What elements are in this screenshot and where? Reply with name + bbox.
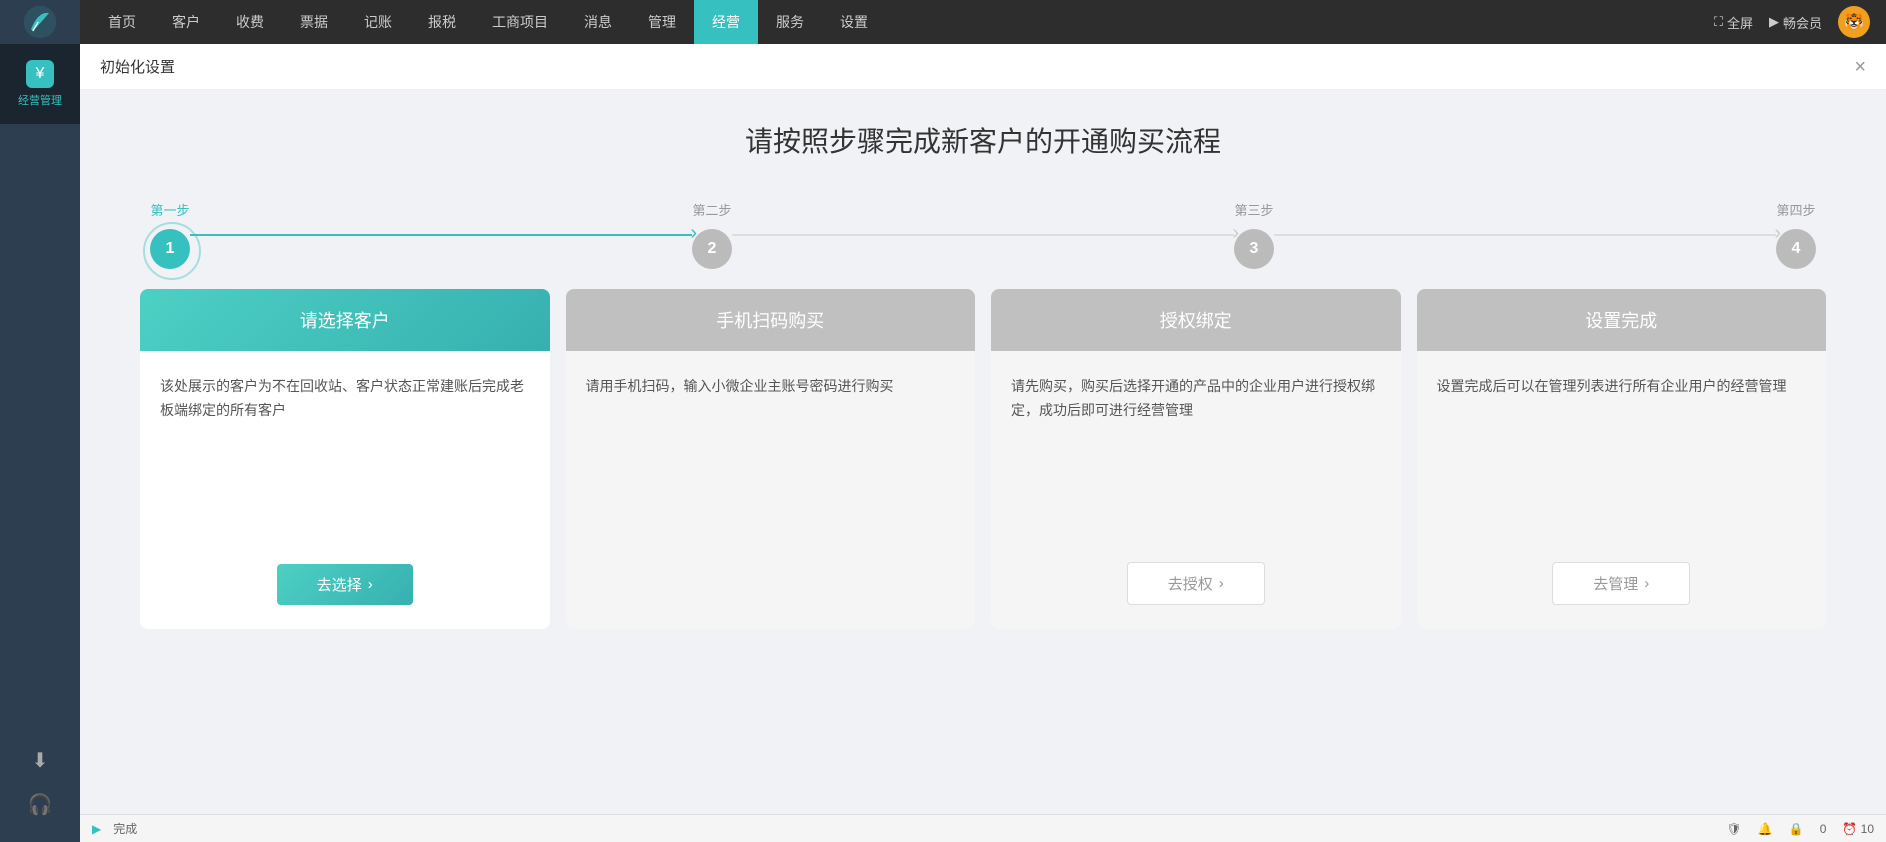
card-3: 授权绑定 请先购买，购买后选择开通的产品中的企业用户进行授权绑定，成功后即可进行… [991,289,1401,629]
sidebar-item-jingyingguanli[interactable]: ¥ 经营管理 [0,44,80,124]
fullscreen-btn[interactable]: ⛶ 全屏 [1714,13,1753,32]
sidebar: ¥ 经营管理 ⬇ 🎧 [0,0,80,842]
volume-icon: 🔔 [1758,822,1773,836]
main-content: 初始化设置 × 请按照步骤完成新客户的开通购买流程 第一步 1 第二步 2 [80,44,1886,814]
close-button[interactable]: × [1854,57,1866,77]
card-3-btn[interactable]: 去授权 › [1127,562,1265,605]
setup-content: 请按照步骤完成新客户的开通购买流程 第一步 1 第二步 2 [80,90,1886,659]
card-1-btn[interactable]: 去选择 › [277,564,413,605]
card-4-footer: 去管理 › [1417,546,1827,629]
fullscreen-icon: ⛶ [1714,14,1723,30]
nav-item-invoice[interactable]: 票据 [282,0,346,44]
arrow-icon-4: › [1644,575,1649,592]
card-3-body: 请先购买，购买后选择开通的产品中的企业用户进行授权绑定，成功后即可进行经营管理 [991,351,1401,546]
shield-icon: 🛡 [1727,822,1742,836]
status-bar-right: 🛡 🔔 🔒 0 ⏰ 10 [1727,822,1874,836]
nav-item-settings[interactable]: 设置 [822,0,886,44]
step-4-circle: 4 [1776,229,1816,269]
nav-item-account[interactable]: 记账 [346,0,410,44]
step-4: 第四步 4 [1776,200,1816,269]
cards-row: 请选择客户 该处展示的客户为不在回收站、客户状态正常建账后完成老板端绑定的所有客… [120,289,1846,629]
card-4-body: 设置完成后可以在管理列表进行所有企业用户的经营管理 [1417,351,1827,546]
nav-item-home[interactable]: 首页 [90,0,154,44]
arrow-icon-3: › [1219,575,1224,592]
step-3-circle: 3 [1234,229,1274,269]
step-2: 第二步 2 [692,200,732,269]
step-connector-2 [732,234,1234,236]
card-1: 请选择客户 该处展示的客户为不在回收站、客户状态正常建账后完成老板端绑定的所有客… [140,289,550,629]
sidebar-logo [0,0,80,44]
sidebar-bottom: ⬇ 🎧 [22,742,58,842]
step-4-label: 第四步 [1776,200,1815,219]
card-2-header: 手机扫码购买 [566,289,976,351]
card-2-body: 请用手机扫码，输入小微企业主账号密码进行购买 [566,351,976,589]
user-avatar[interactable]: 🐯 [1838,6,1870,38]
status-text: 完成 [113,820,137,837]
step-1-circle: 1 [150,229,190,269]
step-1: 第一步 1 [150,200,190,269]
nav-item-service[interactable]: 服务 [758,0,822,44]
card-4-header: 设置完成 [1417,289,1827,351]
lock-icon: 🔒 [1789,822,1804,836]
card-1-body: 该处展示的客户为不在回收站、客户状态正常建账后完成老板端绑定的所有客户 [140,351,550,548]
nav-item-manage[interactable]: 管理 [630,0,694,44]
card-1-footer: 去选择 › [140,548,550,629]
top-nav: 首页 客户 收费 票据 记账 报税 工商项目 消息 管理 经营 服务 设置 ⛶ … [0,0,1886,44]
arrow-icon: › [368,576,373,593]
play-icon: ▶ [1769,14,1779,30]
status-bar: ▶ 完成 🛡 🔔 🔒 0 ⏰ 10 [80,814,1886,842]
steps-visual: 第一步 1 第二步 2 第三步 3 [120,200,1846,269]
step-connector-3 [1274,234,1776,236]
step-connector-1 [190,234,692,236]
nav-item-biz[interactable]: 工商项目 [474,0,566,44]
card-4: 设置完成 设置完成后可以在管理列表进行所有企业用户的经营管理 去管理 › [1417,289,1827,629]
nav-item-fee[interactable]: 收费 [218,0,282,44]
page-header: 初始化设置 × [80,44,1886,90]
clock-icon: ⏰ 10 [1842,822,1874,836]
member-btn[interactable]: ▶ 畅会员 [1769,13,1822,32]
headset-icon[interactable]: 🎧 [22,786,58,822]
download-icon[interactable]: ⬇ [22,742,58,778]
nav-item-message[interactable]: 消息 [566,0,630,44]
setup-main-title: 请按照步骤完成新客户的开通购买流程 [120,120,1846,160]
nav-item-customer[interactable]: 客户 [154,0,218,44]
card-3-header: 授权绑定 [991,289,1401,351]
page-title: 初始化设置 [100,56,175,77]
card-3-footer: 去授权 › [991,546,1401,629]
step-3: 第三步 3 [1234,200,1274,269]
card-1-header: 请选择客户 [140,289,550,351]
nav-item-tax[interactable]: 报税 [410,0,474,44]
step-2-label: 第二步 [692,200,731,219]
top-nav-right: ⛶ 全屏 ▶ 畅会员 🐯 [1714,6,1886,38]
nav-item-operation[interactable]: 经营 [694,0,758,44]
card-2: 手机扫码购买 请用手机扫码，输入小微企业主账号密码进行购买 [566,289,976,629]
step-3-label: 第三步 [1234,200,1273,219]
step-2-circle: 2 [692,229,732,269]
yuan-icon: ¥ [26,60,54,88]
info-icon: 0 [1820,822,1827,836]
play-status-icon: ▶ [92,822,101,836]
sidebar-item-label: 经营管理 [18,92,62,108]
card-2-footer [566,589,976,629]
step-1-label: 第一步 [150,200,189,219]
card-4-btn[interactable]: 去管理 › [1552,562,1690,605]
